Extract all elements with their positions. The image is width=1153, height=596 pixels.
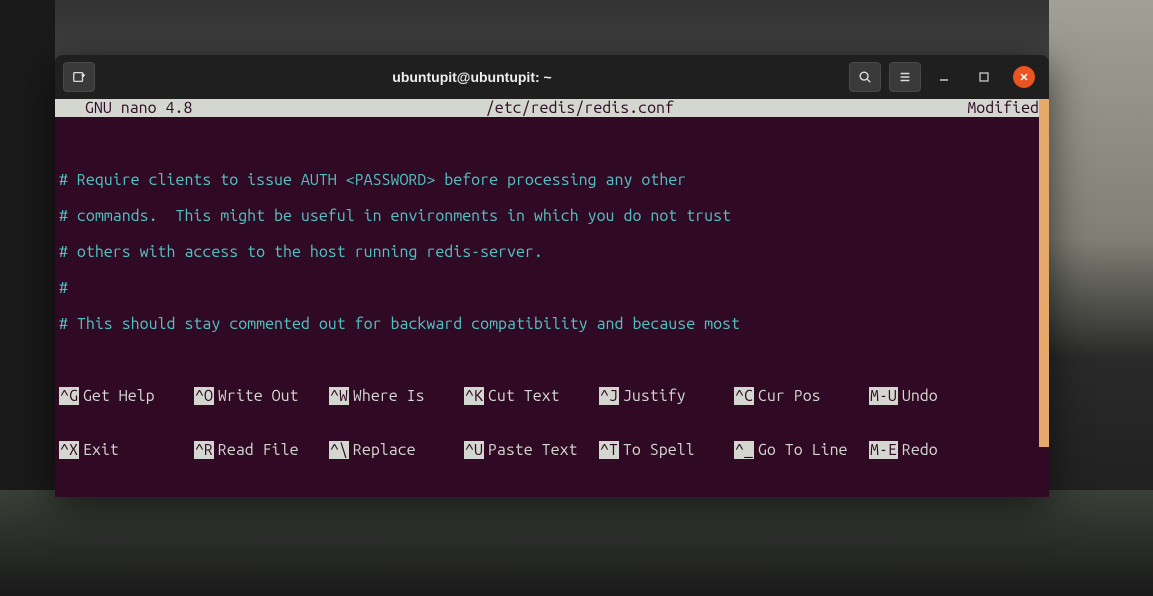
sc-paste-text: ^UPaste Text <box>464 441 599 459</box>
comment-line: # others with access to the host running… <box>59 243 1045 261</box>
sc-cur-pos: ^CCur Pos <box>734 387 869 405</box>
new-tab-button[interactable] <box>63 62 95 92</box>
sc-cut-text: ^KCut Text <box>464 387 599 405</box>
scrollbar-thumb[interactable] <box>1039 99 1049 447</box>
editor-content[interactable]: # Require clients to issue AUTH <PASSWOR… <box>55 117 1049 351</box>
sc-get-help: ^GGet Help <box>59 387 194 405</box>
sc-undo: M-UUndo <box>869 387 949 405</box>
sc-redo: M-ERedo <box>869 441 949 459</box>
maximize-button[interactable] <box>973 66 995 88</box>
wallpaper-bottom <box>0 490 1153 596</box>
terminal-body[interactable]: GNU nano 4.8 /etc/redis/redis.conf Modif… <box>55 99 1049 497</box>
terminal-window: ubuntupit@ubuntupit: ~ <box>55 55 1049 497</box>
titlebar: ubuntupit@ubuntupit: ~ <box>55 55 1049 99</box>
nano-status: Modified <box>967 99 1047 117</box>
sc-where-is: ^WWhere Is <box>329 387 464 405</box>
nano-header: GNU nano 4.8 /etc/redis/redis.conf Modif… <box>55 99 1049 117</box>
comment-line: # This should stay commented out for bac… <box>59 315 1045 333</box>
sc-replace: ^\Replace <box>329 441 464 459</box>
sc-justify: ^JJustify <box>599 387 734 405</box>
comment-line: # <box>59 279 1045 297</box>
hamburger-menu-button[interactable] <box>889 62 921 92</box>
sc-read-file: ^RRead File <box>194 441 329 459</box>
nano-shortcuts: ^GGet Help ^OWrite Out ^WWhere Is ^KCut … <box>55 351 1049 497</box>
sc-go-to-line: ^_Go To Line <box>734 441 869 459</box>
comment-line: # Require clients to issue AUTH <PASSWOR… <box>59 171 1045 189</box>
sc-to-spell: ^TTo Spell <box>599 441 734 459</box>
shortcut-row-2: ^XExit ^RRead File ^\Replace ^UPaste Tex… <box>59 441 1045 459</box>
shortcut-row-1: ^GGet Help ^OWrite Out ^WWhere Is ^KCut … <box>59 387 1045 405</box>
window-title: ubuntupit@ubuntupit: ~ <box>103 69 841 85</box>
comment-line: # commands. This might be useful in envi… <box>59 207 1045 225</box>
sc-exit: ^XExit <box>59 441 194 459</box>
search-button[interactable] <box>849 62 881 92</box>
sc-write-out: ^OWrite Out <box>194 387 329 405</box>
minimize-button[interactable] <box>933 66 955 88</box>
nano-filename: /etc/redis/redis.conf <box>192 99 967 117</box>
nano-app-name: GNU nano 4.8 <box>57 99 192 117</box>
close-button[interactable] <box>1013 66 1035 88</box>
